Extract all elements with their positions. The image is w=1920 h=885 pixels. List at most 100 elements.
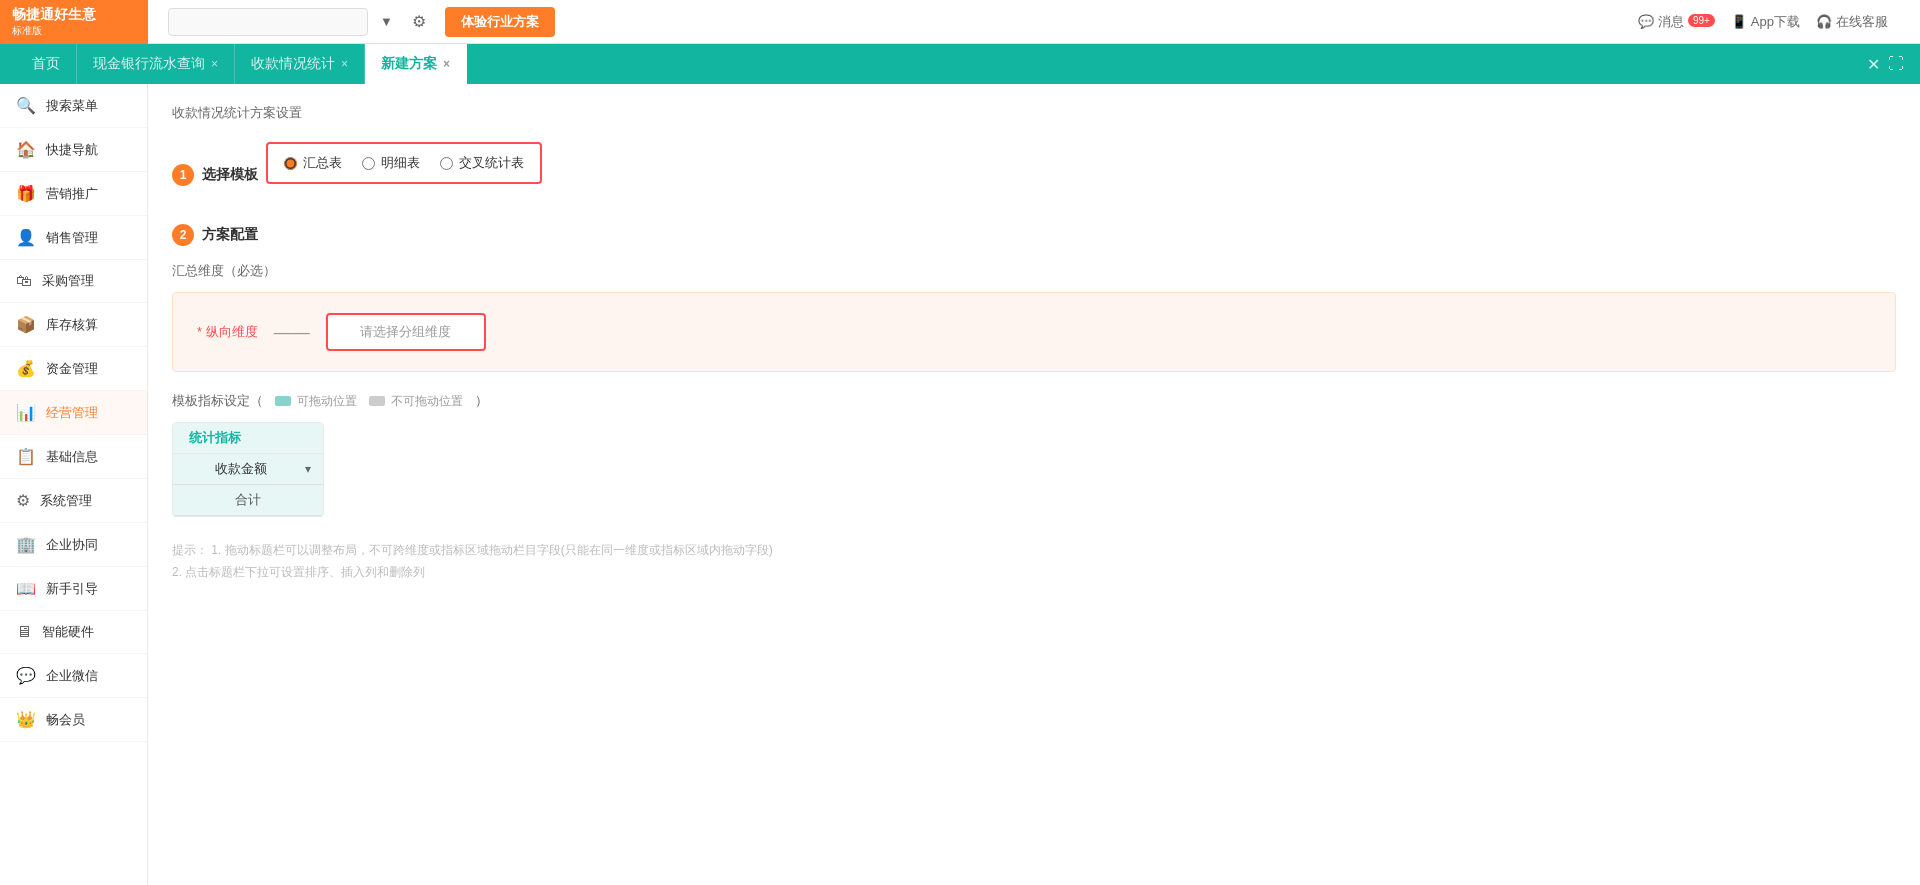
tab-bank-close[interactable]: ×: [211, 57, 218, 71]
radio-summary[interactable]: 汇总表: [284, 154, 342, 172]
tab-new-plan[interactable]: 新建方案 ×: [365, 44, 467, 84]
sidebar-label-hardware: 智能硬件: [42, 623, 94, 641]
sidebar-item-wechat[interactable]: 💬 企业微信: [0, 654, 147, 698]
sidebar-item-hardware[interactable]: 🖥 智能硬件: [0, 611, 147, 654]
indicator-category-header: 统计指标: [173, 423, 323, 454]
tab-collection-label: 收款情况统计: [251, 55, 335, 73]
section1-header: 1 选择模板 汇总表 明细表 交叉统计表: [172, 142, 1896, 208]
tab-collection[interactable]: 收款情况统计 ×: [235, 44, 365, 84]
page-content: 收款情况统计方案设置 1 选择模板 汇总表 明细表: [148, 84, 1920, 885]
indicator-item-total: 合计: [173, 485, 323, 516]
download-button[interactable]: 📱 App下载: [1731, 13, 1800, 31]
sidebar-label-inventory: 库存核算: [46, 316, 98, 334]
sales-icon: 👤: [16, 228, 36, 247]
tip-2-text: 2. 点击标题栏下拉可设置排序、插入列和删除列: [172, 565, 425, 579]
section2-header: 2 方案配置: [172, 224, 1896, 246]
expand-icon[interactable]: ⛶: [1888, 55, 1904, 73]
sidebar-item-marketing[interactable]: 🎁 营销推广: [0, 172, 147, 216]
sidebar-item-operations[interactable]: 📊 经营管理: [0, 391, 147, 435]
system-icon: ⚙: [16, 491, 30, 510]
home-icon: 🏠: [16, 140, 36, 159]
tab-new-plan-close[interactable]: ×: [443, 57, 450, 71]
indicator-header: 模板指标设定（ 可拖动位置 不可拖动位置 ）: [172, 392, 1896, 410]
radio-group: 汇总表 明细表 交叉统计表: [284, 154, 524, 172]
message-icon: 💬: [1638, 14, 1654, 29]
tips-section: 提示： 1. 拖动标题栏可以调整布局，不可跨维度或指标区域拖动栏目字段(只能在同…: [172, 540, 1896, 583]
indicator-settings: 模板指标设定（ 可拖动位置 不可拖动位置 ） 统计指标: [172, 392, 1896, 520]
indicator-amount-label: 收款金额: [185, 460, 297, 478]
dimension-area: * 纵向维度 —— 请选择分组维度: [172, 292, 1896, 372]
header-dropdown[interactable]: ▼: [380, 14, 393, 29]
draggable-label: 可拖动位置: [297, 393, 357, 410]
sidebar-item-purchase[interactable]: 🛍 采购管理: [0, 260, 147, 303]
radio-detail-input[interactable]: [362, 157, 375, 170]
sidebar-item-finance[interactable]: 💰 资金管理: [0, 347, 147, 391]
legend-draggable: 可拖动位置: [275, 393, 357, 410]
sidebar-label-purchase: 采购管理: [42, 272, 94, 290]
sidebar-item-system[interactable]: ⚙ 系统管理: [0, 479, 147, 523]
draggable-legend-box: [275, 396, 291, 406]
main-layout: 🔍 搜索菜单 🏠 快捷导航 🎁 营销推广 👤 销售管理 🛍 采购管理 📦 库存核…: [0, 84, 1920, 885]
inventory-icon: 📦: [16, 315, 36, 334]
sidebar-label-finance: 资金管理: [46, 360, 98, 378]
sidebar-label-marketing: 营销推广: [46, 185, 98, 203]
radio-cross[interactable]: 交叉统计表: [440, 154, 524, 172]
sidebar-item-quick-nav[interactable]: 🏠 快捷导航: [0, 128, 147, 172]
marketing-icon: 🎁: [16, 184, 36, 203]
tab-bank[interactable]: 现金银行流水查询 ×: [77, 44, 235, 84]
dimension-selector[interactable]: 请选择分组维度: [326, 313, 486, 351]
sidebar-item-guide[interactable]: 📖 新手引导: [0, 567, 147, 611]
non-draggable-label: 不可拖动位置: [391, 393, 463, 410]
sidebar-item-sales[interactable]: 👤 销售管理: [0, 216, 147, 260]
message-button[interactable]: 💬 消息 99+: [1638, 13, 1715, 31]
content-area: 收款情况统计方案设置 1 选择模板 汇总表 明细表: [148, 84, 1920, 885]
indicator-table: 统计指标 收款金额 ▾ 合计: [172, 422, 324, 517]
trial-button[interactable]: 体验行业方案: [445, 7, 555, 37]
section1-title: 选择模板: [202, 166, 258, 184]
purchase-icon: 🛍: [16, 272, 32, 290]
logo-sub: 标准版: [12, 24, 96, 38]
sidebar-item-search-menu[interactable]: 🔍 搜索菜单: [0, 84, 147, 128]
gear-icon[interactable]: ⚙: [405, 8, 433, 36]
message-badge: 99+: [1688, 14, 1715, 27]
sidebar-label-wechat: 企业微信: [46, 667, 98, 685]
sidebar-label-enterprise: 企业协同: [46, 536, 98, 554]
indicator-total-label: 合计: [235, 492, 261, 507]
template-selection: 汇总表 明细表 交叉统计表: [266, 142, 542, 184]
indicator-dropdown-icon[interactable]: ▾: [305, 462, 311, 476]
sidebar-item-inventory[interactable]: 📦 库存核算: [0, 303, 147, 347]
sidebar-label-member: 畅会员: [46, 711, 85, 729]
hardware-icon: 🖥: [16, 623, 32, 641]
enterprise-icon: 🏢: [16, 535, 36, 554]
sidebar-label-sales: 销售管理: [46, 229, 98, 247]
indicator-item-amount[interactable]: 收款金额 ▾: [173, 454, 323, 485]
download-label: App下载: [1751, 13, 1800, 31]
radio-detail-label: 明细表: [381, 154, 420, 172]
close-icon[interactable]: ✕: [1867, 55, 1880, 74]
member-icon: 👑: [16, 710, 36, 729]
support-icon: 🎧: [1816, 14, 1832, 29]
logo-area: 畅捷通好生意 标准版: [0, 0, 148, 44]
tab-home[interactable]: 首页: [16, 44, 77, 84]
radio-detail[interactable]: 明细表: [362, 154, 420, 172]
sidebar-item-enterprise[interactable]: 🏢 企业协同: [0, 523, 147, 567]
sidebar-item-basic-info[interactable]: 📋 基础信息: [0, 435, 147, 479]
nav-tabs-right: ✕ ⛶: [1867, 55, 1904, 74]
finance-icon: 💰: [16, 359, 36, 378]
tab-collection-close[interactable]: ×: [341, 57, 348, 71]
header-right: 💬 消息 99+ 📱 App下载 🎧 在线客服: [1638, 13, 1904, 31]
radio-cross-input[interactable]: [440, 157, 453, 170]
support-label: 在线客服: [1836, 13, 1888, 31]
radio-summary-input[interactable]: [284, 157, 297, 170]
sidebar-label-system: 系统管理: [40, 492, 92, 510]
legend-non-draggable: 不可拖动位置: [369, 393, 463, 410]
sidebar-item-member[interactable]: 👑 畅会员: [0, 698, 147, 742]
radio-summary-label: 汇总表: [303, 154, 342, 172]
support-button[interactable]: 🎧 在线客服: [1816, 13, 1888, 31]
dimension-section-label: 汇总维度（必选）: [172, 262, 1896, 280]
wechat-icon: 💬: [16, 666, 36, 685]
section1-number: 1: [172, 164, 194, 186]
search-input[interactable]: [168, 8, 368, 36]
dimension-row: * 纵向维度 —— 请选择分组维度: [197, 313, 1871, 351]
section2-config: 2 方案配置 汇总维度（必选） * 纵向维度 —— 请选择分组维度: [172, 224, 1896, 583]
